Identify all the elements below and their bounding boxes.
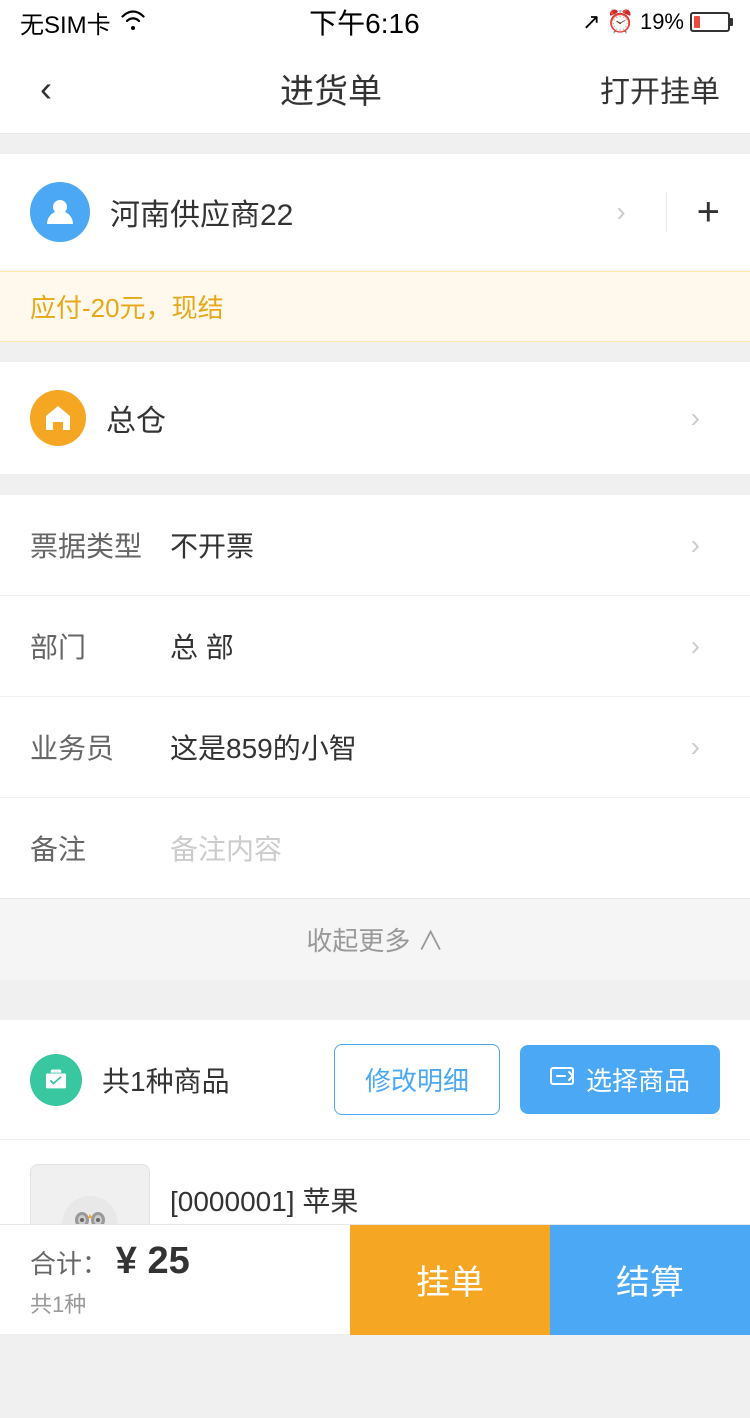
status-right: ↗ ⏰ 19% [582,9,730,35]
sales-chevron-icon: › [691,731,700,763]
page-title: 进货单 [280,64,382,113]
form-section: 票据类型 不开票 › 部门 总 部 › 业务员 这是859的小智 › 备注 备注… [0,494,750,980]
divider [666,192,667,232]
warehouse-icon [30,390,86,446]
supplier-row[interactable]: 河南供应商22 › + [0,154,750,271]
alarm-icon: ⏰ [607,9,634,35]
sales-row[interactable]: 业务员 这是859的小智 › [0,696,750,797]
select-product-button[interactable]: 选择商品 [520,1045,720,1114]
gap-3 [0,474,750,494]
supplier-name: 河南供应商22 [110,190,616,234]
dept-value: 总 部 [170,626,691,666]
status-bar: 无SIM卡 下午6:16 ↗ ⏰ 19% [0,0,750,44]
total-section: 合计： ¥ 25 共1种 [0,1240,350,1319]
warehouse-name: 总仓 [106,396,691,440]
hang-button[interactable]: 挂单 [350,1225,550,1335]
total-line: 合计： ¥ 25 [30,1240,320,1283]
product-count-icon [30,1054,82,1106]
sales-label: 业务员 [30,727,170,767]
checkout-button[interactable]: 结算 [550,1225,750,1335]
nav-bar: ‹ 进货单 打开挂单 [0,44,750,134]
wifi-icon [119,8,147,37]
status-left: 无SIM卡 [20,5,147,40]
sales-value: 这是859的小智 [170,727,691,767]
status-time: 下午6:16 [309,2,420,42]
total-amount: ¥ 25 [116,1240,190,1282]
dept-row[interactable]: 部门 总 部 › [0,595,750,696]
supplier-chevron-icon: › [616,196,625,228]
supplier-add-button[interactable]: + [697,192,720,232]
product-header: 共1种商品 修改明细 选择商品 [0,1020,750,1139]
dept-label: 部门 [30,626,170,666]
gap-2 [0,342,750,362]
back-button[interactable]: ‹ [30,58,62,120]
supplier-avatar [30,182,90,242]
invoice-row[interactable]: 票据类型 不开票 › [0,494,750,595]
bottom-bar: 合计： ¥ 25 共1种 挂单 结算 [0,1224,750,1334]
warehouse-row[interactable]: 总仓 › [0,362,750,474]
remark-input[interactable]: 备注内容 [170,828,720,868]
invoice-value: 不开票 [170,525,691,565]
invoice-label: 票据类型 [30,525,170,565]
battery-percent: 19% [640,9,684,35]
location-icon: ↗ [582,9,600,35]
open-hang-button[interactable]: 打开挂单 [600,67,720,111]
select-product-icon [550,1064,578,1095]
invoice-chevron-icon: › [691,529,700,561]
gap-1 [0,134,750,154]
carrier-text: 无SIM卡 [20,5,111,40]
remark-row[interactable]: 备注 备注内容 [0,797,750,898]
supplier-section: 河南供应商22 › + 应付-20元，现结 [0,154,750,342]
remark-label: 备注 [30,828,170,868]
warehouse-chevron-icon: › [691,402,700,434]
edit-detail-button[interactable]: 修改明细 [334,1044,500,1115]
product-count-text: 共1种商品 [102,1060,314,1100]
total-label: 合计： [30,1249,108,1279]
warehouse-section: 总仓 › [0,362,750,474]
collapse-toggle[interactable]: 收起更多 ∧ [0,898,750,980]
product-name: [0000001] 苹果 [170,1180,652,1220]
battery-icon [690,12,730,32]
dept-chevron-icon: › [691,630,700,662]
total-count: 共1种 [30,1287,320,1319]
warning-banner: 应付-20元，现结 [0,271,750,342]
select-product-label: 选择商品 [586,1061,690,1098]
gap-4 [0,980,750,1000]
